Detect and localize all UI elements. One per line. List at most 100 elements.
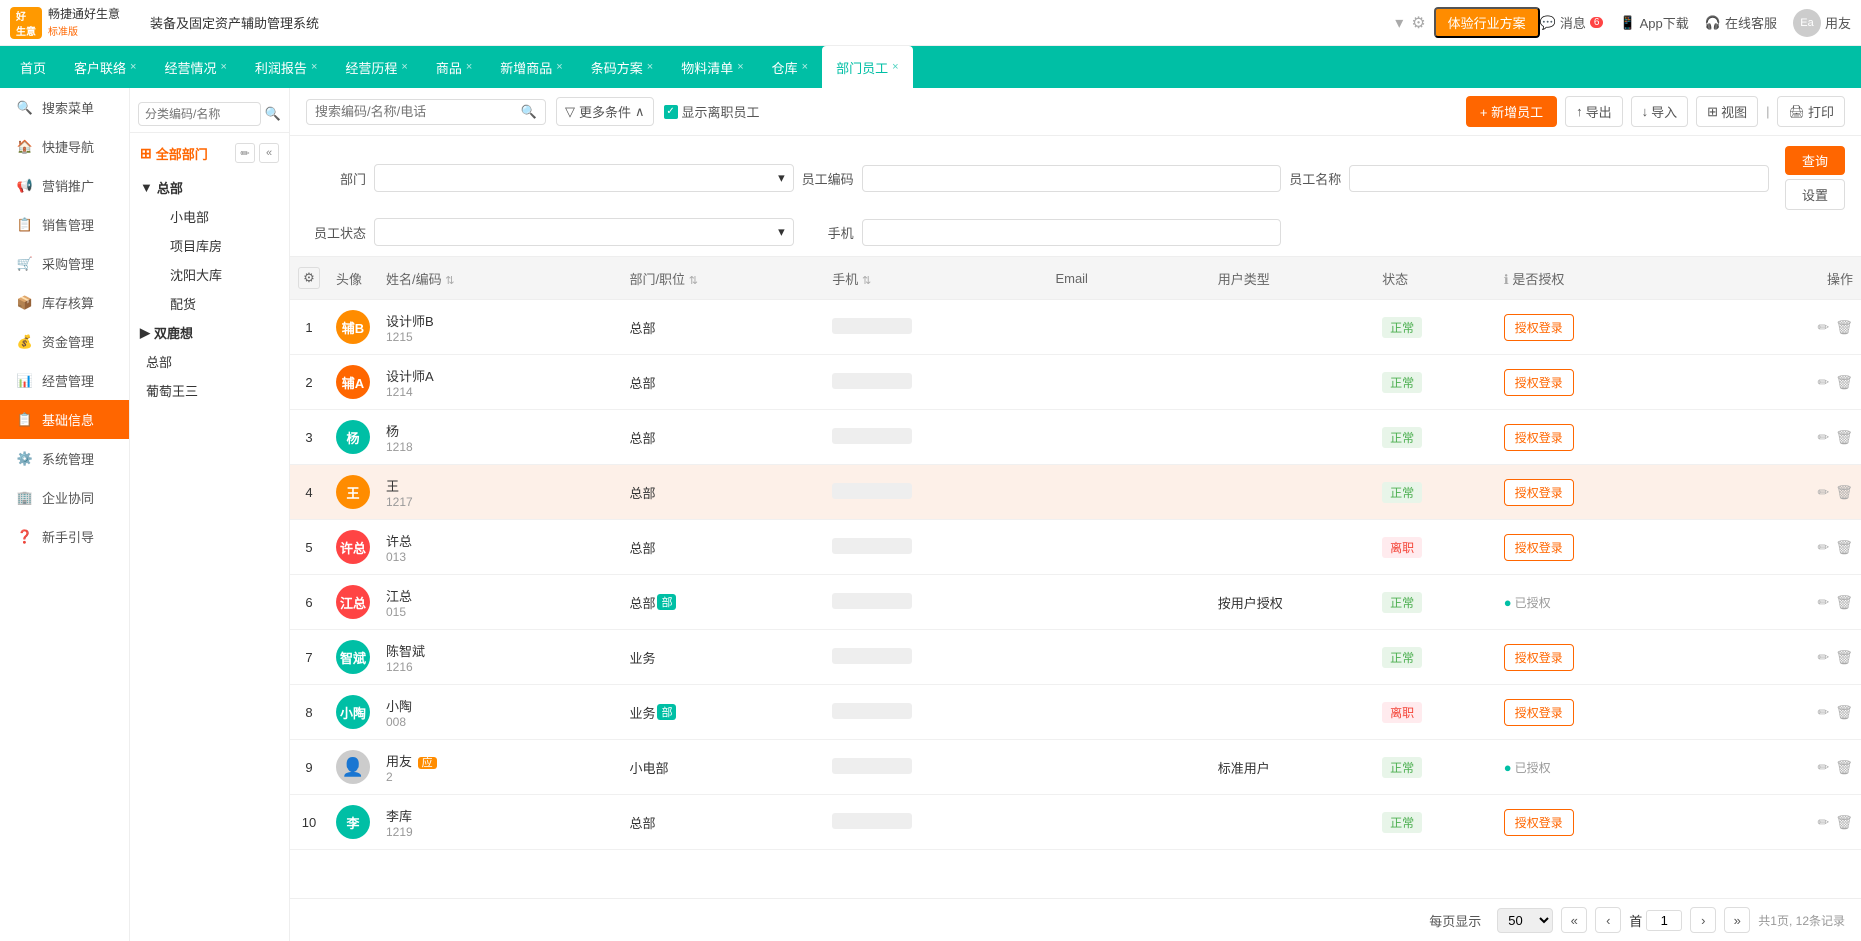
first-page-button[interactable]: «	[1561, 907, 1587, 933]
edit-icon[interactable]: ✏	[1817, 814, 1829, 831]
delete-icon[interactable]: 🗑	[1835, 539, 1853, 556]
sidebar-item-marketing[interactable]: 📢 营销推广	[0, 166, 129, 205]
col-settings[interactable]: ⚙	[290, 257, 328, 300]
dept-item-xiaodiandept[interactable]: 小电部	[138, 202, 289, 231]
col-phone[interactable]: 手机 ⇅	[824, 257, 1047, 300]
dept-item-zongbu2[interactable]: 总部	[130, 347, 289, 376]
close-icon[interactable]: ×	[556, 61, 562, 73]
filter-empname-input[interactable]	[1349, 165, 1769, 192]
delete-icon[interactable]: 🗑	[1835, 649, 1853, 666]
tab-profit[interactable]: 利润报告×	[241, 46, 331, 88]
filter-settings-button[interactable]: 设置	[1785, 179, 1845, 210]
tab-barcode[interactable]: 条码方案×	[577, 46, 667, 88]
dept-search-input[interactable]	[138, 102, 261, 126]
sidebar-item-sales[interactable]: 📋 销售管理	[0, 205, 129, 244]
close-icon[interactable]: ×	[130, 61, 136, 73]
sidebar-item-quicknav[interactable]: 🏠 快捷导航	[0, 127, 129, 166]
tab-home[interactable]: 首页	[6, 46, 60, 88]
filter-phone-input[interactable]	[862, 219, 1282, 246]
tab-material[interactable]: 物料清单×	[667, 46, 757, 88]
col-dept[interactable]: 部门/职位 ⇅	[621, 257, 824, 300]
tab-warehouse[interactable]: 仓库×	[758, 46, 822, 88]
close-icon[interactable]: ×	[401, 61, 407, 73]
views-button[interactable]: ⊞ 视图	[1696, 96, 1758, 127]
col-name[interactable]: 姓名/编码 ⇅	[378, 257, 621, 300]
search-button[interactable]: 查询	[1785, 146, 1845, 175]
sidebar-item-basic[interactable]: 📋 基础信息	[0, 400, 129, 439]
tab-customer[interactable]: 客户联络×	[60, 46, 150, 88]
filter-status-select[interactable]: ▾	[374, 218, 794, 246]
close-icon[interactable]: ×	[737, 61, 743, 73]
filter-empcode-input[interactable]	[862, 165, 1282, 192]
dept-item-shenyang[interactable]: 沈阳大库	[138, 260, 289, 289]
dept-group-zongbu[interactable]: ▼ 总部	[130, 173, 289, 202]
filter-dept-select[interactable]: ▾	[374, 164, 794, 192]
auth-button[interactable]: 授权登录	[1504, 534, 1574, 561]
tab-operation[interactable]: 经营情况×	[150, 46, 240, 88]
close-icon[interactable]: ×	[647, 61, 653, 73]
edit-icon[interactable]: ✏	[1817, 319, 1829, 336]
dept-item-putaowangsan[interactable]: 葡萄王三	[130, 376, 289, 405]
sidebar-item-system[interactable]: ⚙️ 系统管理	[0, 439, 129, 478]
show-resigned-toggle[interactable]: ✓ 显示离职员工	[664, 102, 760, 121]
trial-button[interactable]: 体验行业方案	[1434, 7, 1540, 38]
delete-icon[interactable]: 🗑	[1835, 484, 1853, 501]
sidebar-item-guide[interactable]: ❓ 新手引导	[0, 517, 129, 556]
search-input[interactable]	[315, 104, 517, 119]
delete-icon[interactable]: 🗑	[1835, 759, 1853, 776]
delete-icon[interactable]: 🗑	[1835, 704, 1853, 721]
edit-icon[interactable]: ✏	[1817, 484, 1829, 501]
add-employee-button[interactable]: + 新增员工	[1466, 96, 1557, 127]
page-size-select[interactable]: 50 100 200	[1497, 908, 1553, 933]
auth-button[interactable]: 授权登录	[1504, 644, 1574, 671]
edit-icon[interactable]: ✏	[1817, 759, 1829, 776]
close-icon[interactable]: ×	[802, 61, 808, 73]
sidebar-item-inventory[interactable]: 📦 库存核算	[0, 283, 129, 322]
edit-icon[interactable]: ✏	[1817, 539, 1829, 556]
edit-icon[interactable]: ✏	[1817, 374, 1829, 391]
edit-icon[interactable]: ✏	[1817, 594, 1829, 611]
sidebar-item-purchase[interactable]: 🛒 采购管理	[0, 244, 129, 283]
dept-group-shuangshuang[interactable]: ▶ 双鹿想	[130, 318, 289, 347]
auth-button[interactable]: 授权登录	[1504, 479, 1574, 506]
delete-icon[interactable]: 🗑	[1835, 814, 1853, 831]
gear-icon[interactable]: ⚙	[1411, 13, 1425, 33]
message-button[interactable]: 💬 消息 6	[1540, 13, 1604, 32]
tab-history[interactable]: 经营历程×	[331, 46, 421, 88]
last-page-button[interactable]: »	[1724, 907, 1750, 933]
sidebar-item-search[interactable]: 🔍 搜索菜单	[0, 88, 129, 127]
next-page-button[interactable]: ›	[1690, 907, 1716, 933]
app-download-button[interactable]: 📱 App下载	[1619, 13, 1688, 32]
edit-icon[interactable]: ✏	[1817, 704, 1829, 721]
dept-edit-icon[interactable]: ✏	[235, 143, 255, 163]
tab-department[interactable]: 部门员工×	[822, 46, 912, 88]
tab-goods[interactable]: 商品×	[422, 46, 486, 88]
auth-button[interactable]: 授权登录	[1504, 314, 1574, 341]
col-settings-gear[interactable]: ⚙	[298, 267, 320, 289]
close-icon[interactable]: ×	[311, 61, 317, 73]
close-icon[interactable]: ×	[892, 61, 898, 73]
sidebar-item-finance[interactable]: 💰 资金管理	[0, 322, 129, 361]
sidebar-item-operation[interactable]: 📊 经营管理	[0, 361, 129, 400]
more-filter-button[interactable]: ▽ 更多条件 ∧	[556, 97, 654, 126]
delete-icon[interactable]: 🗑	[1835, 319, 1853, 336]
auth-button[interactable]: 授权登录	[1504, 424, 1574, 451]
print-button[interactable]: 🖨 打印	[1777, 96, 1845, 127]
prev-page-button[interactable]: ‹	[1595, 907, 1621, 933]
close-icon[interactable]: ×	[466, 61, 472, 73]
delete-icon[interactable]: 🗑	[1835, 594, 1853, 611]
edit-icon[interactable]: ✏	[1817, 429, 1829, 446]
dept-item-peihuo[interactable]: 配货	[138, 289, 289, 318]
user-area[interactable]: Ea 用友	[1793, 9, 1851, 37]
auth-button[interactable]: 授权登录	[1504, 369, 1574, 396]
import-button[interactable]: ↓ 导入	[1631, 96, 1689, 127]
delete-icon[interactable]: 🗑	[1835, 374, 1853, 391]
dept-item-xiangmuku[interactable]: 项目库房	[138, 231, 289, 260]
export-button[interactable]: ↑ 导出	[1565, 96, 1623, 127]
dept-collapse-icon[interactable]: «	[259, 143, 279, 163]
online-service-button[interactable]: 🎧 在线客服	[1705, 13, 1777, 32]
dept-search-icon[interactable]: 🔍	[265, 106, 281, 122]
edit-icon[interactable]: ✏	[1817, 649, 1829, 666]
sidebar-item-corp[interactable]: 🏢 企业协同	[0, 478, 129, 517]
auth-button[interactable]: 授权登录	[1504, 699, 1574, 726]
